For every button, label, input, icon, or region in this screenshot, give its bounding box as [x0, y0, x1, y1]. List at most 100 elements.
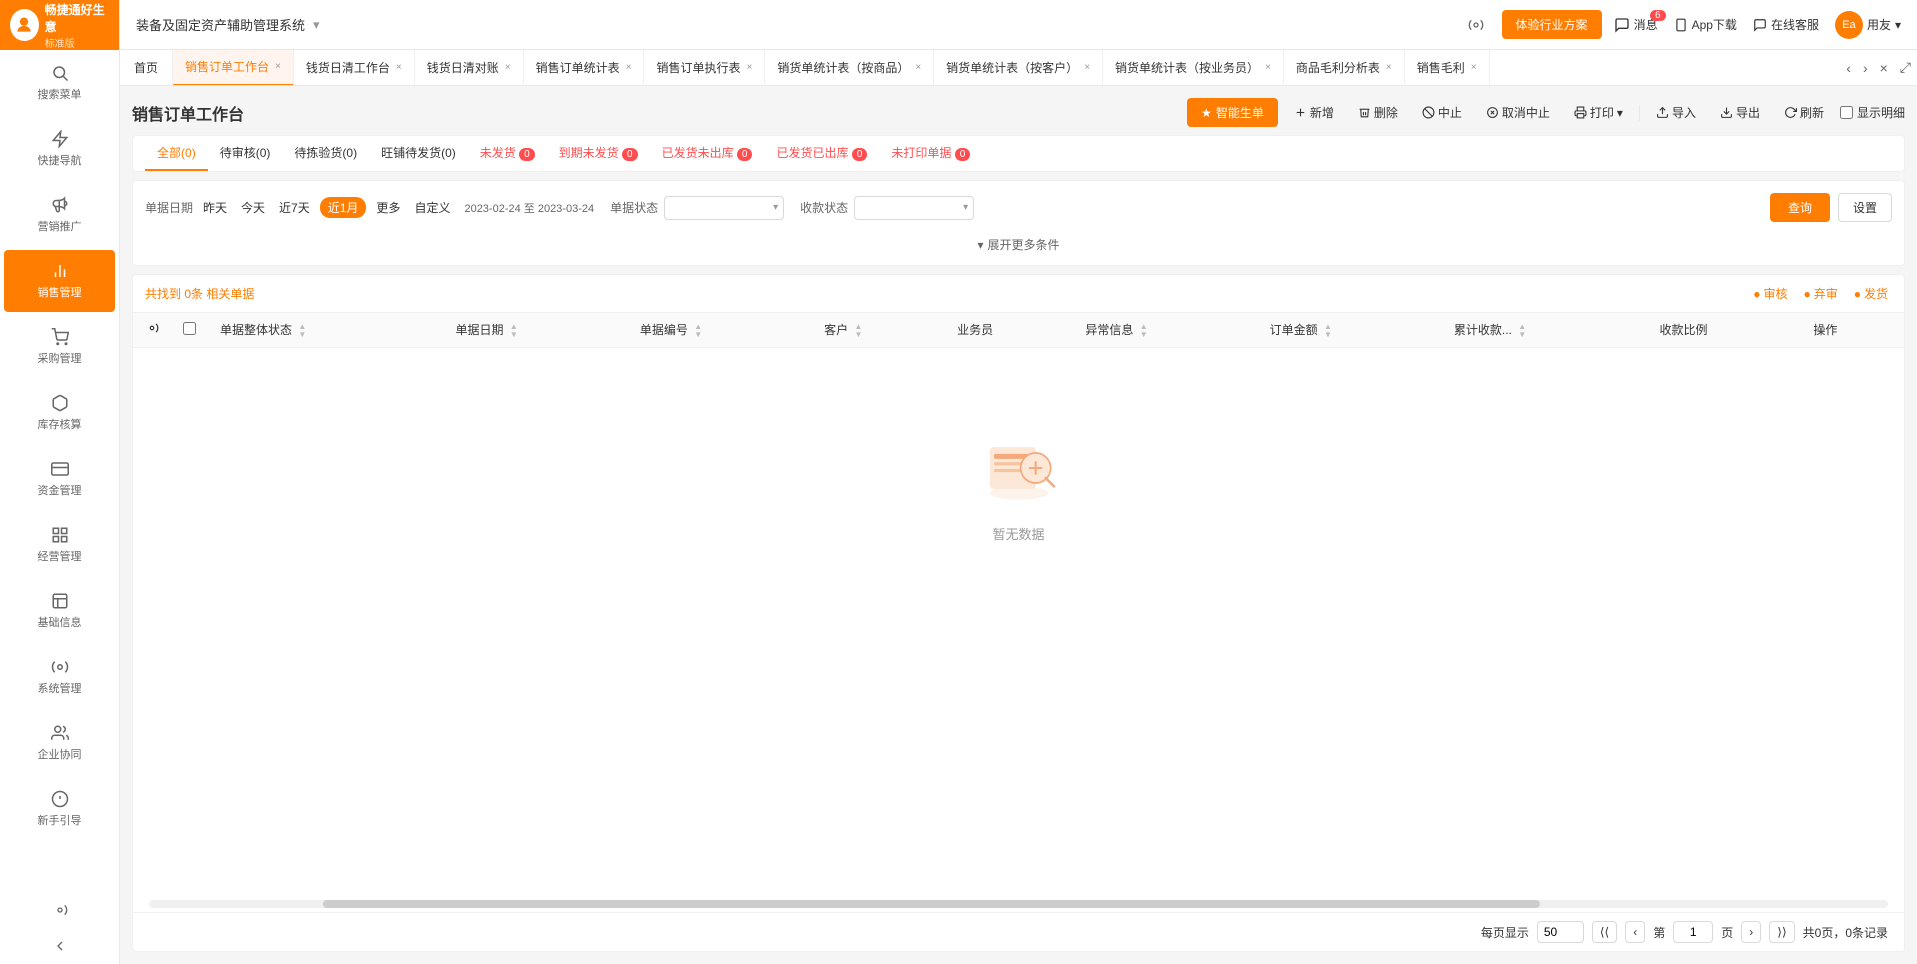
scrollbar-thumb[interactable]: [323, 900, 1540, 908]
payment-select[interactable]: [854, 196, 974, 220]
online-service-btn[interactable]: 在线客服: [1753, 16, 1819, 33]
tab-close-sales-exec[interactable]: ×: [746, 62, 752, 73]
page-actions: ★ 智能生单 新增 删除 中止 取消中止: [1187, 98, 1905, 127]
industry-btn[interactable]: 体验行业方案: [1502, 10, 1602, 39]
sidebar-item-system[interactable]: 系统管理: [4, 646, 115, 708]
th-checkbox[interactable]: [171, 313, 208, 347]
page-first-btn[interactable]: ⟨⟨: [1592, 921, 1617, 943]
tab-sales-exec[interactable]: 销售订单执行表 ×: [644, 50, 765, 86]
tab-cash-reconcile[interactable]: 钱货日清对账 ×: [415, 50, 524, 86]
page-prev-btn[interactable]: ‹: [1625, 921, 1645, 943]
tab-sales-gross[interactable]: 销售毛利 ×: [1405, 50, 1490, 86]
date-today[interactable]: 今天: [237, 197, 269, 218]
tab-home[interactable]: 首页: [120, 50, 173, 86]
sidebar-item-basic[interactable]: 基础信息: [4, 580, 115, 642]
export-btn[interactable]: 导出: [1712, 99, 1768, 126]
tab-sales-order[interactable]: 销售订单工作台 ×: [173, 50, 294, 86]
scrollbar-track[interactable]: [149, 900, 1888, 908]
filter-tab-shipped-not-out[interactable]: 已发货未出库 0: [650, 136, 765, 171]
filter-tab-shipped-out[interactable]: 已发货已出库 0: [764, 136, 879, 171]
table-count: 共找到 0条 相关单据: [145, 285, 1737, 302]
cancel-review-btn[interactable]: ● 弃审: [1799, 283, 1841, 304]
user-menu[interactable]: Ea 用友 ▾: [1835, 11, 1901, 39]
filter-tab-wangpu-ship[interactable]: 旺铺待发货(0): [369, 136, 468, 171]
status-select[interactable]: [664, 196, 784, 220]
tab-close-cash-reconcile[interactable]: ×: [505, 62, 511, 73]
sidebar-item-search[interactable]: 搜索菜单: [4, 52, 115, 114]
sidebar-item-enterprise[interactable]: 企业协同: [4, 712, 115, 774]
date-7days[interactable]: 近7天: [275, 197, 314, 218]
tab-sales-stat-product[interactable]: 销货单统计表（按商品） ×: [765, 50, 934, 86]
delete-btn[interactable]: 删除: [1350, 99, 1406, 126]
empty-text: 暂无数据: [992, 524, 1044, 543]
tab-sales-stat-staff[interactable]: 销货单统计表（按业务员） ×: [1103, 50, 1284, 86]
tab-close-sales-gross[interactable]: ×: [1471, 62, 1477, 73]
expand-more-btn[interactable]: ▾ 展开更多条件: [977, 236, 1059, 253]
date-1month[interactable]: 近1月: [320, 197, 367, 218]
tab-close-sales-stat-customer[interactable]: ×: [1084, 62, 1090, 73]
tab-close-sales-stat[interactable]: ×: [626, 62, 632, 73]
sidebar-item-sales[interactable]: 销售管理: [4, 250, 115, 312]
refresh-btn[interactable]: 刷新: [1776, 99, 1832, 126]
filter-section: 单据日期 昨天 今天 近7天 近1月 更多 自定义 2023-02-24 至 2…: [132, 180, 1905, 266]
message-btn[interactable]: 消息 6: [1614, 16, 1658, 33]
filter-tab-pending-review[interactable]: 待审核(0): [208, 136, 283, 171]
tab-product-margin[interactable]: 商品毛利分析表 ×: [1284, 50, 1405, 86]
page-last-btn[interactable]: ⟩⟩: [1769, 921, 1794, 943]
sort-icon: ▲▼: [854, 323, 862, 339]
tab-close-sales-stat-product[interactable]: ×: [915, 62, 921, 73]
date-yesterday[interactable]: 昨天: [199, 197, 231, 218]
sidebar-item-guide[interactable]: 新手引导: [4, 778, 115, 840]
sidebar-item-operation[interactable]: 经营管理: [4, 514, 115, 576]
page-next-btn[interactable]: ›: [1741, 921, 1761, 943]
tab-scroll-left[interactable]: ‹: [1840, 56, 1857, 80]
sidebar-collapse-btn[interactable]: [0, 928, 119, 964]
topbar-settings-icon[interactable]: [1462, 11, 1490, 39]
tab-cash-daily[interactable]: 钱货日清工作台 ×: [294, 50, 415, 86]
show-detail-checkbox[interactable]: [1840, 106, 1853, 119]
tab-sales-stat[interactable]: 销售订单统计表 ×: [524, 50, 645, 86]
show-detail-toggle[interactable]: 显示明细: [1840, 104, 1905, 121]
date-more[interactable]: 更多: [372, 197, 404, 218]
tab-close-cash-daily[interactable]: ×: [396, 62, 402, 73]
sidebar-item-quick-nav[interactable]: 快捷导航: [4, 118, 115, 180]
query-btn[interactable]: 查询: [1770, 193, 1830, 222]
filter-tab-pending-inspect[interactable]: 待拣验货(0): [282, 136, 369, 171]
tabbar: 首页 销售订单工作台 × 钱货日清工作台 × 钱货日清对账 × 销售订单统计表 …: [120, 50, 1917, 86]
filter-tab-not-shipped[interactable]: 未发货 0: [468, 136, 547, 171]
stop-btn[interactable]: 中止: [1414, 99, 1470, 126]
th-number: 单据编号 ▲▼: [628, 313, 812, 347]
filter-tab-overdue-not-shipped[interactable]: 到期未发货 0: [547, 136, 650, 171]
sidebar-settings-btn[interactable]: [0, 892, 119, 928]
chevron-down-icon: ▾: [313, 17, 320, 33]
page-size-select[interactable]: 50 20 100: [1537, 921, 1584, 943]
tab-close-sales-order[interactable]: ×: [275, 61, 281, 72]
tab-scroll-right[interactable]: ›: [1857, 56, 1874, 80]
filter-tab-not-printed[interactable]: 未打印单据 0: [879, 136, 982, 171]
cancel-stop-btn[interactable]: 取消中止: [1478, 99, 1558, 126]
sidebar-item-purchase[interactable]: 采购管理: [4, 316, 115, 378]
filter-settings-btn[interactable]: 设置: [1838, 193, 1892, 222]
tab-close-sales-stat-staff[interactable]: ×: [1265, 62, 1271, 73]
tab-close-product-margin[interactable]: ×: [1386, 62, 1392, 73]
select-all-checkbox[interactable]: [183, 322, 196, 335]
import-btn[interactable]: 导入: [1648, 99, 1704, 126]
print-btn[interactable]: 打印 ▾: [1566, 99, 1631, 126]
logo: 畅捷通好生意 标准版: [0, 0, 119, 50]
smart-create-btn[interactable]: ★ 智能生单: [1187, 98, 1278, 127]
sidebar-item-inventory[interactable]: 库存核算: [4, 382, 115, 444]
sidebar-item-marketing[interactable]: 营销推广: [4, 184, 115, 246]
add-btn[interactable]: 新增: [1286, 99, 1342, 126]
filter-tab-all[interactable]: 全部(0): [145, 136, 208, 171]
ship-btn[interactable]: ● 发货: [1850, 283, 1892, 304]
review-btn[interactable]: ● 审核: [1749, 283, 1791, 304]
empty-state: 暂无数据: [133, 348, 1904, 623]
tab-sales-stat-customer[interactable]: 销货单统计表（按客户） ×: [934, 50, 1103, 86]
page-input[interactable]: [1673, 921, 1713, 943]
sidebar-item-finance[interactable]: 资金管理: [4, 448, 115, 510]
tab-maximize[interactable]: ⤢: [1894, 55, 1917, 80]
date-custom[interactable]: 自定义: [410, 197, 454, 218]
app-download-btn[interactable]: App下载: [1674, 16, 1737, 33]
sort-icon: ▲▼: [1518, 323, 1526, 339]
tab-close-all[interactable]: ×: [1874, 56, 1894, 80]
